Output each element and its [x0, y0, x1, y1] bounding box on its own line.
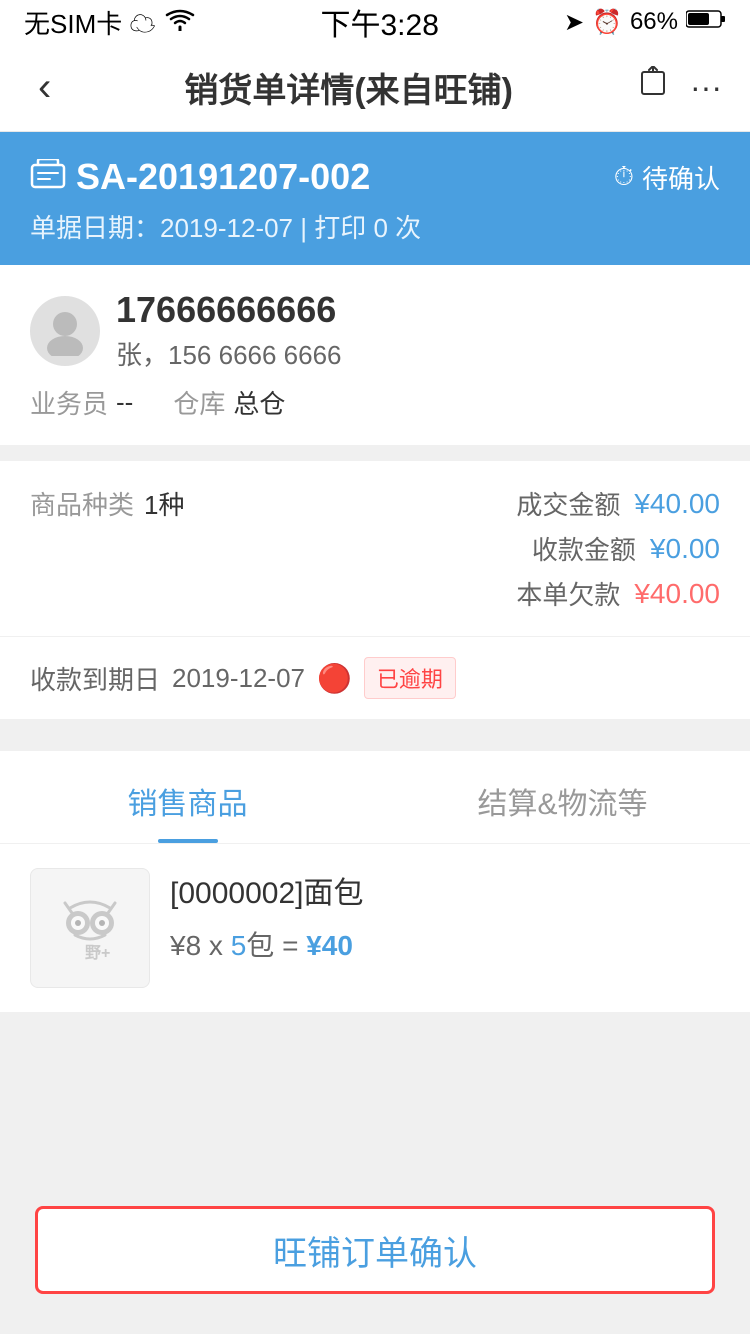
amount-value-2: ¥40.00 — [634, 578, 720, 610]
status-left: 无SIM卡 ☁ — [24, 4, 195, 41]
due-section: 收款到期日 2019-12-07 🔴 已逾期 — [0, 636, 750, 719]
status-clock-icon: ⏱ — [614, 161, 634, 193]
tab-products[interactable]: 销售商品 — [0, 751, 375, 843]
customer-section: 17666666666 张，156 6666 6666 业务员 -- 仓库 总仓 — [0, 265, 750, 445]
order-icon — [30, 156, 66, 198]
category-value: 1种 — [144, 485, 184, 522]
summary-item-2: 本单欠款 ¥40.00 — [516, 575, 720, 612]
back-button[interactable]: ‹ — [28, 55, 61, 120]
amount-value-0: ¥40.00 — [634, 488, 720, 520]
product-total: ¥40 — [306, 930, 353, 961]
amount-value-1: ¥0.00 — [650, 533, 720, 565]
sales-label: 业务员 — [30, 384, 108, 421]
category-label: 商品种类 — [30, 485, 134, 522]
location-icon: ➤ — [564, 8, 584, 37]
summary-item-0: 成交金额 ¥40.00 — [516, 485, 720, 522]
sales-item: 业务员 -- — [30, 384, 133, 421]
overdue-icon: 🔴 — [317, 662, 352, 695]
order-id: SA-20191207-002 — [30, 156, 370, 198]
order-id-row: SA-20191207-002 ⏱ 待确认 — [30, 156, 720, 198]
warehouse-item: 仓库 总仓 — [173, 384, 285, 421]
more-icon[interactable]: ··· — [690, 69, 722, 106]
due-label: 收款到期日 — [30, 660, 160, 697]
product-price-row: ¥8 x 5包 = ¥40 — [170, 924, 720, 964]
warehouse-label: 仓库 — [173, 384, 225, 421]
amount-label-1: 收款金额 — [532, 530, 636, 567]
tabs-row: 销售商品 结算&物流等 — [0, 751, 750, 844]
alarm-icon: ⏰ — [592, 8, 622, 37]
product-price: ¥8 x — [170, 930, 231, 961]
divider-2 — [0, 719, 750, 735]
due-row: 收款到期日 2019-12-07 🔴 已逾期 — [30, 657, 720, 699]
customer-phone: 17666666666 — [116, 289, 342, 331]
summary-row: 商品种类 1种 成交金额 ¥40.00 收款金额 ¥0.00 本单欠款 ¥40.… — [30, 485, 720, 612]
status-bar: 无SIM卡 ☁ 下午3:28 ➤ ⏰ 66% — [0, 0, 750, 44]
status-text: 待确认 — [642, 159, 720, 196]
order-id-text: SA-20191207-002 — [76, 156, 370, 198]
customer-name: 张，156 6666 6666 — [116, 335, 342, 372]
customer-info: 17666666666 张，156 6666 6666 — [116, 289, 342, 372]
svg-text:野+: 野+ — [85, 944, 110, 962]
summary-left: 商品种类 1种 — [30, 485, 184, 522]
tab-settlement[interactable]: 结算&物流等 — [375, 751, 750, 843]
divider-1 — [0, 445, 750, 461]
summary-section: 商品种类 1种 成交金额 ¥40.00 收款金额 ¥0.00 本单欠款 ¥40.… — [0, 461, 750, 636]
page-title: 销货单详情(来自旺铺) — [184, 63, 513, 112]
share-icon[interactable] — [636, 66, 670, 109]
product-section: 野+ [0000002]面包 ¥8 x 5包 = ¥40 — [0, 844, 750, 1012]
status-time: 下午3:28 — [321, 0, 439, 44]
wifi-icon — [165, 7, 195, 38]
order-header: SA-20191207-002 ⏱ 待确认 单据日期：2019-12-07 | … — [0, 132, 750, 265]
product-name: [0000002]面包 — [170, 868, 720, 912]
product-equals: = — [274, 930, 306, 961]
due-date: 2019-12-07 — [172, 663, 305, 694]
summary-item-1: 收款金额 ¥0.00 — [532, 530, 720, 567]
confirm-order-button[interactable]: 旺铺订单确认 — [35, 1206, 715, 1294]
warehouse-value: 总仓 — [233, 384, 285, 421]
tabs-section: 销售商品 结算&物流等 — [0, 751, 750, 844]
nav-bar: ‹ 销货单详情(来自旺铺) ··· — [0, 44, 750, 132]
order-status: ⏱ 待确认 — [614, 159, 720, 196]
product-qty: 5 — [231, 930, 247, 961]
summary-right: 成交金额 ¥40.00 收款金额 ¥0.00 本单欠款 ¥40.00 — [516, 485, 720, 612]
tab-products-label: 销售商品 — [128, 788, 248, 821]
tab-settlement-label: 结算&物流等 — [477, 788, 647, 821]
amount-label-2: 本单欠款 — [516, 575, 620, 612]
sim-status: 无SIM卡 ☁ — [24, 4, 155, 41]
order-date: 单据日期：2019-12-07 | 打印 0 次 — [30, 208, 720, 245]
product-image: 野+ — [30, 868, 150, 988]
amount-label-0: 成交金额 — [516, 485, 620, 522]
product-info: [0000002]面包 ¥8 x 5包 = ¥40 — [170, 868, 720, 964]
product-row: 野+ [0000002]面包 ¥8 x 5包 = ¥40 — [30, 868, 720, 988]
customer-meta: 业务员 -- 仓库 总仓 — [30, 384, 720, 421]
status-right: ➤ ⏰ 66% — [564, 8, 726, 37]
battery-level: 66% — [630, 8, 678, 36]
avatar — [30, 296, 100, 366]
confirm-btn-container: 旺铺订单确认 — [0, 1206, 750, 1294]
customer-row: 17666666666 张，156 6666 6666 — [30, 289, 720, 372]
sales-value: -- — [116, 387, 133, 418]
product-unit: 包 — [246, 930, 274, 961]
battery-icon — [686, 8, 726, 36]
nav-actions: ··· — [636, 66, 722, 109]
overdue-badge: 已逾期 — [364, 657, 456, 699]
